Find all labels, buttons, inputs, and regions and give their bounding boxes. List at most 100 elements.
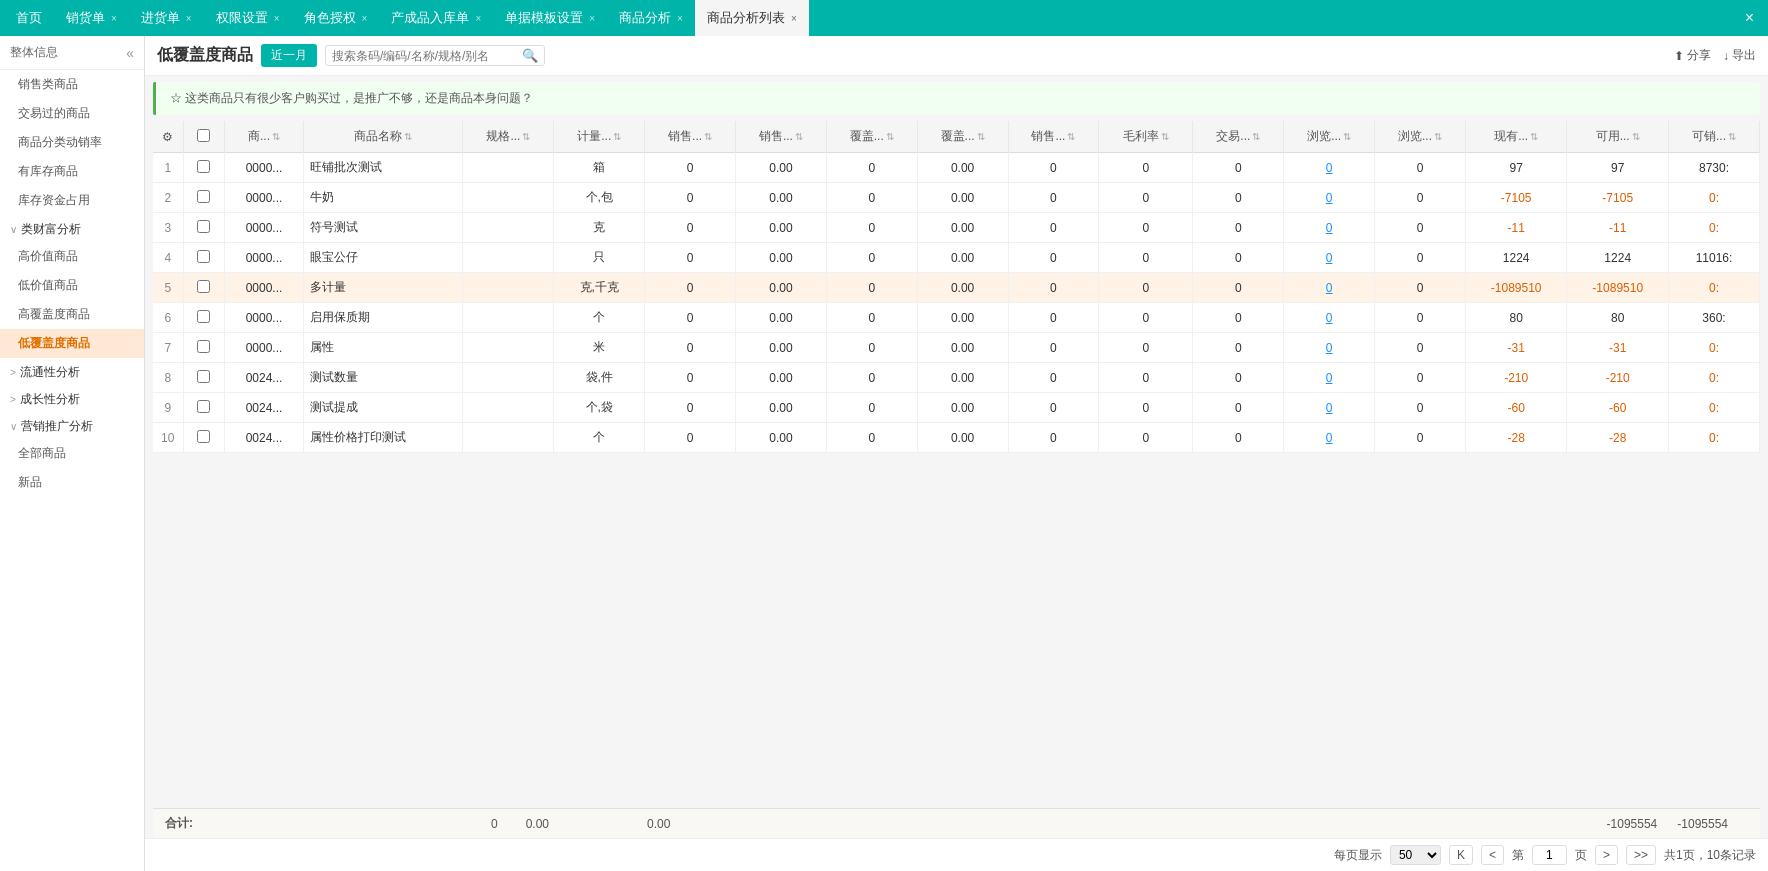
col-spec[interactable]: 规格...⇅ <box>463 121 554 153</box>
table-row[interactable]: 80024...测试数量袋,件00.0000.0000000-210-2100: <box>153 363 1760 393</box>
sidebar-group-growth[interactable]: > 成长性分析 <box>0 385 144 412</box>
search-input[interactable] <box>332 49 522 63</box>
table-row[interactable]: 70000...属性米00.0000.0000000-31-310: <box>153 333 1760 363</box>
table-row[interactable]: 50000...多计量克,千克00.0000.0000000-1089510-1… <box>153 273 1760 303</box>
sidebar-item-high-coverage[interactable]: 高覆盖度商品 <box>0 300 144 329</box>
row-checkbox[interactable] <box>183 393 224 423</box>
col-browse2[interactable]: 浏览...⇅ <box>1375 121 1466 153</box>
col-transaction[interactable]: 交易...⇅ <box>1193 121 1284 153</box>
col-current-stock[interactable]: 现有...⇅ <box>1465 121 1567 153</box>
row-spec <box>463 153 554 183</box>
tab-purchase-close[interactable]: × <box>186 13 192 24</box>
col-checkbox[interactable] <box>183 121 224 153</box>
row-coverage2: 0.00 <box>917 363 1008 393</box>
row-sales-qty: 0 <box>645 273 736 303</box>
col-code[interactable]: 商...⇅ <box>224 121 303 153</box>
next-page-btn[interactable]: > <box>1595 845 1618 865</box>
tab-sales[interactable]: 销货单 × <box>54 0 129 36</box>
sidebar-item-all-goods[interactable]: 全部商品 <box>0 439 144 468</box>
footer-available-stock: -1095554 <box>1677 817 1728 831</box>
col-name[interactable]: 商品名称⇅ <box>304 121 463 153</box>
last-page-btn[interactable]: >> <box>1626 845 1656 865</box>
prev-page-btn[interactable]: < <box>1481 845 1504 865</box>
col-browse1[interactable]: 浏览...⇅ <box>1284 121 1375 153</box>
tab-product-in-close[interactable]: × <box>475 13 481 24</box>
row-checkbox[interactable] <box>183 213 224 243</box>
row-checkbox[interactable] <box>183 243 224 273</box>
row-checkbox[interactable] <box>183 363 224 393</box>
tab-sales-close[interactable]: × <box>111 13 117 24</box>
share-btn[interactable]: ⬆ 分享 <box>1674 47 1711 64</box>
sidebar-item-stock-capital[interactable]: 库存资金占用 <box>0 186 144 215</box>
tab-analysis-close[interactable]: × <box>677 13 683 24</box>
tab-purchase[interactable]: 进货单 × <box>129 0 204 36</box>
row-browse1[interactable]: 0 <box>1284 243 1375 273</box>
table-row[interactable]: 30000...符号测试克00.0000.0000000-11-110: <box>153 213 1760 243</box>
current-page-input[interactable] <box>1532 845 1567 865</box>
tab-role[interactable]: 角色授权 × <box>292 0 380 36</box>
row-checkbox[interactable] <box>183 333 224 363</box>
row-checkbox[interactable] <box>183 153 224 183</box>
filter-period-btn[interactable]: 近一月 <box>261 44 317 67</box>
row-num: 1 <box>153 153 183 183</box>
table-row[interactable]: 90024...测试提成个,袋00.0000.0000000-60-600: <box>153 393 1760 423</box>
sidebar-item-low-coverage[interactable]: 低覆盖度商品 <box>0 329 144 358</box>
row-browse1[interactable]: 0 <box>1284 153 1375 183</box>
table-row[interactable]: 100024...属性价格打印测试个00.0000.0000000-28-280… <box>153 423 1760 453</box>
row-browse1[interactable]: 0 <box>1284 393 1375 423</box>
first-page-btn[interactable]: K <box>1449 845 1473 865</box>
sidebar-item-low-value[interactable]: 低价值商品 <box>0 271 144 300</box>
row-checkbox[interactable] <box>183 273 224 303</box>
sidebar-group-marketing[interactable]: ∨ 营销推广分析 <box>0 412 144 439</box>
export-btn[interactable]: ↓ 导出 <box>1723 47 1756 64</box>
col-coverage2[interactable]: 覆盖...⇅ <box>917 121 1008 153</box>
tab-analysis-list[interactable]: 商品分析列表 × <box>695 0 809 36</box>
tab-analysis[interactable]: 商品分析 × <box>607 0 695 36</box>
tab-template[interactable]: 单据模板设置 × <box>493 0 607 36</box>
col-available-stock[interactable]: 可用...⇅ <box>1567 121 1669 153</box>
col-sales-amt[interactable]: 销售...⇅ <box>736 121 827 153</box>
select-all-checkbox[interactable] <box>197 129 210 142</box>
sidebar-item-sales-goods[interactable]: 销售类商品 <box>0 70 144 99</box>
row-browse1[interactable]: 0 <box>1284 303 1375 333</box>
row-gross-margin: 0 <box>1099 333 1193 363</box>
row-browse1[interactable]: 0 <box>1284 183 1375 213</box>
sidebar-item-category-rate[interactable]: 商品分类动销率 <box>0 128 144 157</box>
col-unit[interactable]: 计量...⇅ <box>554 121 645 153</box>
tab-analysis-list-close[interactable]: × <box>791 13 797 24</box>
tab-permission[interactable]: 权限设置 × <box>204 0 292 36</box>
tab-role-close[interactable]: × <box>362 13 368 24</box>
col-sales-count[interactable]: 销售...⇅ <box>1008 121 1099 153</box>
row-checkbox[interactable] <box>183 183 224 213</box>
row-checkbox[interactable] <box>183 303 224 333</box>
sidebar-item-traded-goods[interactable]: 交易过的商品 <box>0 99 144 128</box>
table-row[interactable]: 40000...眼宝公仔只00.0000.0000000122412241101… <box>153 243 1760 273</box>
tab-home[interactable]: 首页 <box>4 0 54 36</box>
row-browse1[interactable]: 0 <box>1284 213 1375 243</box>
table-row[interactable]: 10000...旺铺批次测试箱00.0000.000000097978730: <box>153 153 1760 183</box>
table-row[interactable]: 60000...启用保质期个00.0000.00000008080360: <box>153 303 1760 333</box>
sidebar-header-label: 整体信息 <box>10 44 58 61</box>
sidebar-collapse-btn[interactable]: « <box>126 45 134 61</box>
row-browse1[interactable]: 0 <box>1284 273 1375 303</box>
sidebar-group-liquidity[interactable]: > 流通性分析 <box>0 358 144 385</box>
row-checkbox[interactable] <box>183 423 224 453</box>
col-sales-qty[interactable]: 销售...⇅ <box>645 121 736 153</box>
tab-product-in[interactable]: 产成品入库单 × <box>379 0 493 36</box>
row-browse1[interactable]: 0 <box>1284 363 1375 393</box>
sidebar-item-new-goods[interactable]: 新品 <box>0 468 144 497</box>
col-gross-margin[interactable]: 毛利率⇅ <box>1099 121 1193 153</box>
tab-template-close[interactable]: × <box>589 13 595 24</box>
nav-close-all[interactable]: × <box>1735 9 1764 27</box>
page-size-select[interactable]: 50 10 20 100 <box>1390 845 1441 865</box>
sidebar-group-wealth[interactable]: ∨ 类财富分析 <box>0 215 144 242</box>
row-browse1[interactable]: 0 <box>1284 423 1375 453</box>
table-row[interactable]: 20000...牛奶个,包00.0000.0000000-7105-71050: <box>153 183 1760 213</box>
sidebar-item-stocked-goods[interactable]: 有库存商品 <box>0 157 144 186</box>
sidebar-item-high-value[interactable]: 高价值商品 <box>0 242 144 271</box>
col-coverage1[interactable]: 覆盖...⇅ <box>826 121 917 153</box>
row-browse1[interactable]: 0 <box>1284 333 1375 363</box>
col-settings[interactable]: ⚙ <box>153 121 183 153</box>
tab-permission-close[interactable]: × <box>274 13 280 24</box>
col-saleable[interactable]: 可销...⇅ <box>1668 121 1759 153</box>
